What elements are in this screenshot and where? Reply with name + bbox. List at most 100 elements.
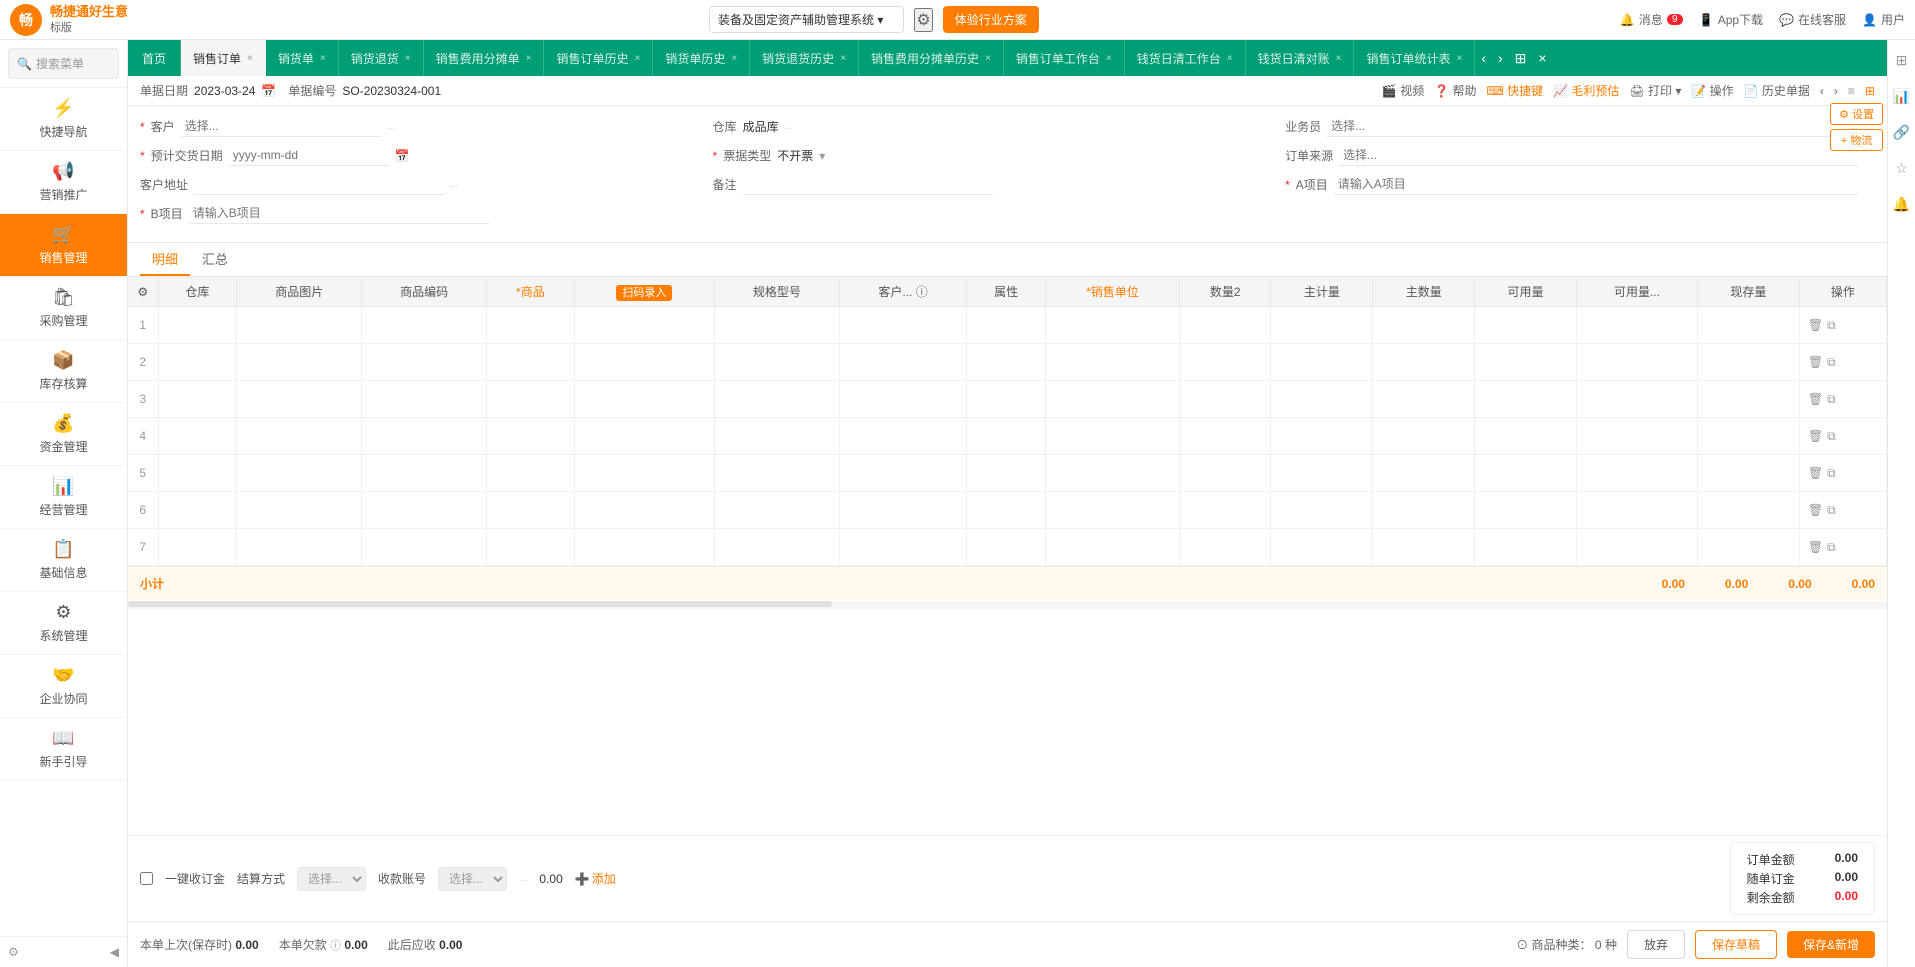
app-download-btn[interactable]: 📱 App下载 — [1699, 11, 1763, 28]
row-1-goods[interactable] — [487, 307, 575, 344]
tab-sales-invoice-history[interactable]: 销货单历史 × — [653, 40, 750, 76]
tab-collapse-btn[interactable]: × — [1532, 40, 1552, 76]
user-menu-btn[interactable]: 👤 用户 — [1862, 11, 1905, 28]
tab-sales-stats[interactable]: 销售订单统计表 × — [1354, 40, 1475, 76]
tab-close-icon[interactable]: × — [985, 53, 991, 64]
tab-detail[interactable]: 明细 — [140, 243, 190, 276]
profit-action[interactable]: 📈 毛利预估 — [1553, 82, 1619, 99]
row-1-customer-code[interactable] — [839, 307, 966, 344]
save-new-button[interactable]: 保存&新增 — [1787, 931, 1875, 958]
sidebar-item-operations[interactable]: 📊 经营管理 — [0, 466, 127, 529]
row-1-image[interactable] — [237, 307, 362, 344]
print-action[interactable]: 🖨 打印 ▾ — [1629, 82, 1681, 99]
row-2-scan[interactable] — [574, 344, 714, 381]
row-2-warehouse[interactable] — [158, 344, 237, 381]
tab-sales-return-history[interactable]: 销货退货历史 × — [750, 40, 859, 76]
tab-close-icon[interactable]: × — [526, 53, 532, 64]
row-1-attr[interactable] — [967, 307, 1046, 344]
tab-sales-return[interactable]: 销货退货 × — [339, 40, 424, 76]
tab-sales-order-history[interactable]: 销售订单历史 × — [544, 40, 653, 76]
row-2-code[interactable] — [362, 344, 487, 381]
tab-close-icon[interactable]: × — [840, 53, 846, 64]
settings-btn[interactable]: ⚙ 设置 — [1830, 103, 1883, 125]
right-icon-alert[interactable]: 🔔 — [1890, 192, 1914, 216]
row-2-delete-icon[interactable]: 🗑 — [1808, 355, 1823, 369]
tab-cash-reconcile[interactable]: 钱货日清对账 × — [1246, 40, 1355, 76]
order-source-input[interactable] — [1339, 145, 1858, 166]
row-3-warehouse[interactable] — [158, 381, 237, 418]
row-2-unit[interactable] — [1046, 344, 1180, 381]
row-3-delete-icon[interactable]: 🗑 — [1808, 392, 1823, 406]
row-2-image[interactable] — [237, 344, 362, 381]
sidebar-collapse-icon[interactable]: ◀ — [110, 945, 119, 959]
sidebar-item-finance[interactable]: 💰 资金管理 — [0, 403, 127, 466]
row-2-main-unit[interactable] — [1271, 344, 1373, 381]
tab-close-icon[interactable]: × — [1106, 53, 1112, 64]
sidebar-item-marketing[interactable]: 📢 营销推广 — [0, 151, 127, 214]
customer-address-input[interactable] — [194, 174, 444, 195]
nav-right-action[interactable]: › — [1834, 84, 1838, 98]
row-1-code[interactable] — [362, 307, 487, 344]
tab-summary[interactable]: 汇总 — [190, 243, 240, 276]
tab-close-icon[interactable]: × — [1336, 53, 1342, 64]
search-menu-btn[interactable]: 🔍 搜索菜单 — [8, 48, 119, 79]
row-1-main-unit[interactable] — [1271, 307, 1373, 344]
row-1-scan[interactable] — [574, 307, 714, 344]
invoice-type-dropdown[interactable]: ▾ — [819, 149, 825, 163]
right-icon-grid[interactable]: ⊞ — [1890, 48, 1914, 72]
receipt-ellipsis[interactable]: ... — [519, 873, 527, 884]
expected-date-input[interactable] — [229, 145, 389, 166]
sidebar-item-enterprise[interactable]: 🤝 企业协同 — [0, 655, 127, 718]
logistics-btn[interactable]: + 物流 — [1830, 129, 1883, 151]
col-settings[interactable]: ⚙ — [128, 277, 158, 307]
operate-action[interactable]: 📝 操作 — [1691, 82, 1733, 99]
sidebar-item-quick-nav[interactable]: ⚡ 快捷导航 — [0, 88, 127, 151]
row-2-main-qty[interactable] — [1373, 344, 1475, 381]
tab-close-icon[interactable]: × — [634, 53, 640, 64]
customer-input[interactable] — [181, 116, 381, 137]
tab-sales-expense-history[interactable]: 销售费用分摊单历史 × — [859, 40, 1004, 76]
add-payment-btn[interactable]: ➕ 添加 — [575, 870, 616, 887]
sidebar-settings-icon[interactable]: ⚙ — [8, 945, 19, 959]
row-2-customer-code[interactable] — [839, 344, 966, 381]
help-action[interactable]: ❓ 帮助 — [1434, 82, 1476, 99]
tab-sales-invoice[interactable]: 销货单 × — [266, 40, 339, 76]
salesperson-input[interactable] — [1327, 116, 1843, 137]
tab-sales-workbench[interactable]: 销售订单工作台 × — [1004, 40, 1125, 76]
tab-close-icon[interactable]: × — [731, 53, 737, 64]
row-1-unit[interactable] — [1046, 307, 1180, 344]
row-2-qty2[interactable] — [1179, 344, 1271, 381]
tab-sales-expense[interactable]: 销售费用分摊单 × — [424, 40, 545, 76]
row-3-copy-icon[interactable]: ⧉ — [1827, 392, 1836, 407]
row-1-stock[interactable] — [1698, 307, 1800, 344]
tab-close-icon[interactable]: × — [405, 53, 411, 64]
sidebar-item-system[interactable]: ⚙ 系统管理 — [0, 592, 127, 655]
right-icon-chart[interactable]: 📊 — [1890, 84, 1914, 108]
row-2-available2[interactable] — [1576, 344, 1697, 381]
row-1-spec[interactable] — [714, 307, 839, 344]
row-2-attr[interactable] — [967, 344, 1046, 381]
tab-right-btn[interactable]: › — [1492, 40, 1509, 76]
discard-button[interactable]: 放弃 — [1627, 930, 1685, 959]
tab-home[interactable]: 首页 — [128, 40, 181, 76]
row-1-available2[interactable] — [1576, 307, 1697, 344]
note-input[interactable] — [743, 174, 993, 195]
nav-left-action[interactable]: ‹ — [1820, 84, 1824, 98]
tab-close-icon[interactable]: × — [1456, 53, 1462, 64]
row-2-spec[interactable] — [714, 344, 839, 381]
address-ellipsis[interactable]: ... — [450, 179, 458, 190]
tab-more-btn[interactable]: ⊞ — [1509, 40, 1533, 76]
tab-sales-order[interactable]: 销售订单 × — [181, 40, 266, 76]
row-2-goods[interactable] — [487, 344, 575, 381]
scrollbar-row[interactable] — [128, 601, 1887, 609]
one-click-checkbox[interactable] — [140, 872, 153, 885]
shortcut-action[interactable]: ⌨ 快捷键 — [1486, 82, 1543, 99]
row-2-stock[interactable] — [1698, 344, 1800, 381]
solution-button[interactable]: 体验行业方案 — [943, 6, 1039, 33]
tab-close-icon[interactable]: × — [320, 53, 326, 64]
save-draft-button[interactable]: 保存草稿 — [1695, 930, 1777, 959]
right-icon-link[interactable]: 🔗 — [1890, 120, 1914, 144]
right-icon-star[interactable]: ☆ — [1890, 156, 1914, 180]
settlement-select[interactable]: 选择... — [297, 867, 366, 891]
row-1-warehouse[interactable] — [158, 307, 237, 344]
